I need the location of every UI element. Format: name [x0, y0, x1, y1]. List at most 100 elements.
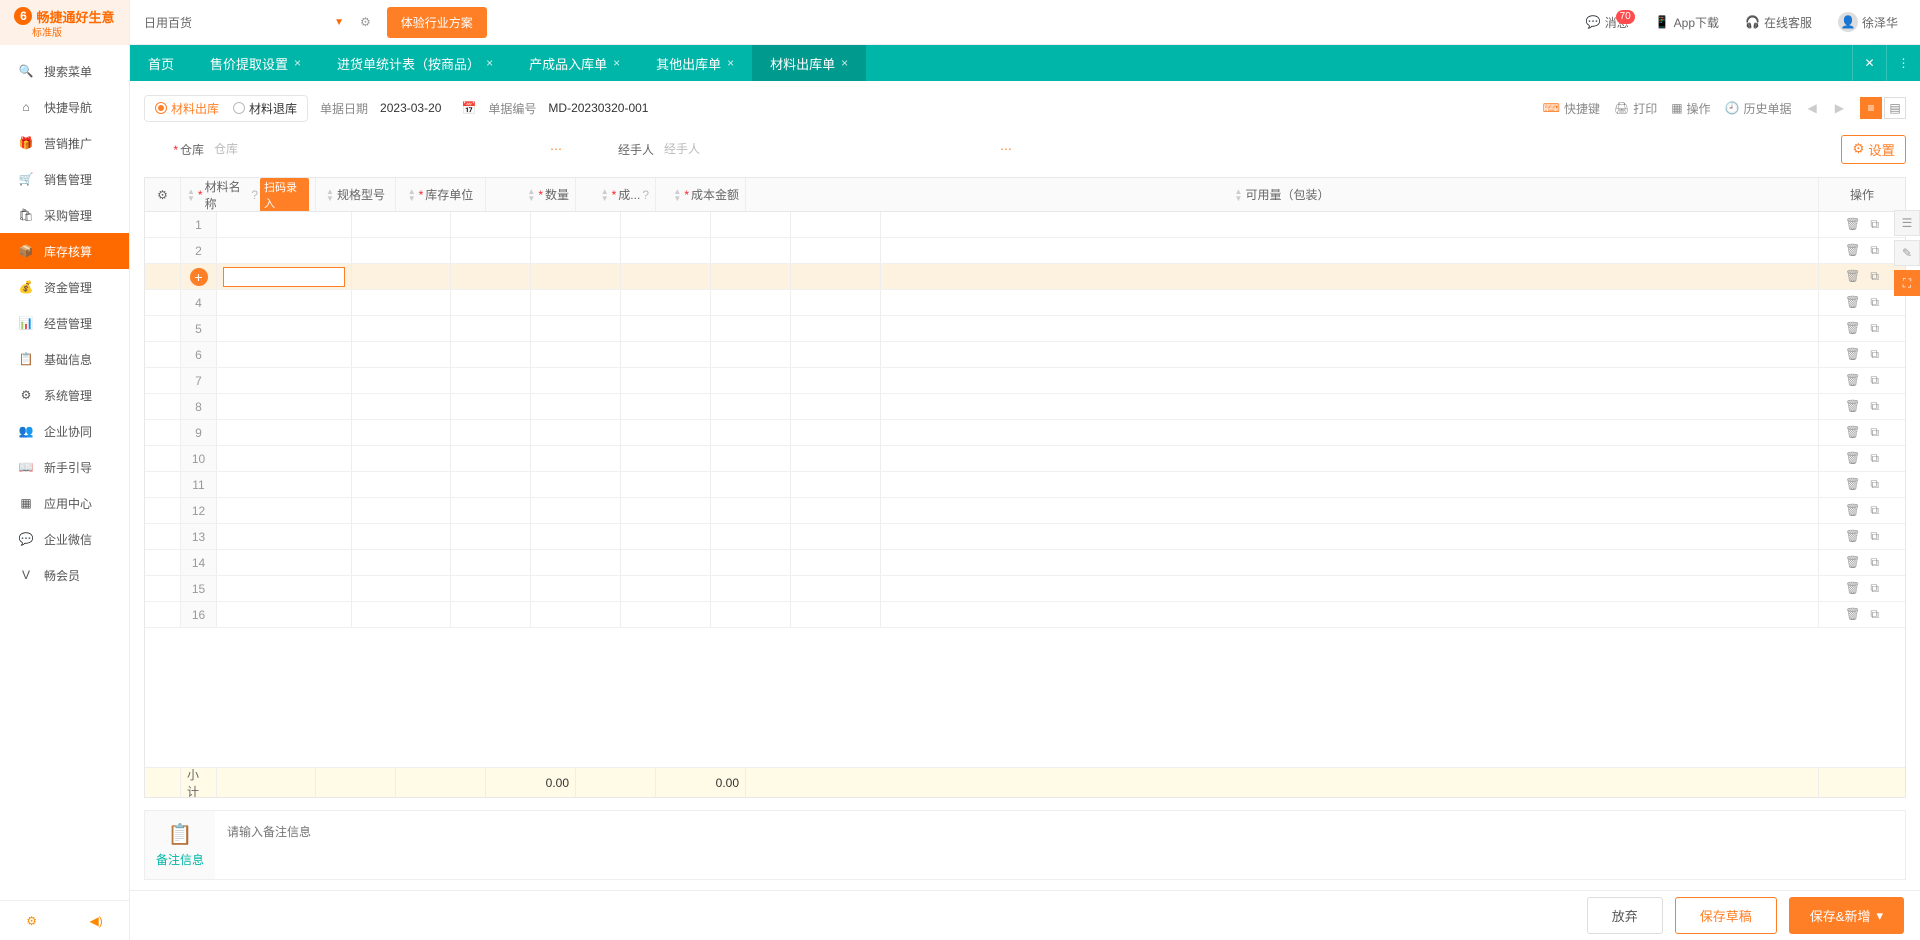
prev-doc-button[interactable]: ◀	[1806, 101, 1819, 115]
delete-row-icon[interactable]: 🗑	[1845, 295, 1860, 310]
help-icon[interactable]: ?	[251, 188, 258, 202]
col-amount[interactable]: ▲▼*成本金额	[656, 178, 746, 211]
table-row[interactable]: 2🗑⧉	[145, 238, 1905, 264]
user-menu[interactable]: 👤 徐泽华	[1830, 12, 1906, 32]
copy-row-icon[interactable]: ⧉	[1870, 477, 1879, 492]
copy-row-icon[interactable]: ⧉	[1870, 399, 1879, 414]
sidebar-item-6[interactable]: 💰资金管理	[0, 269, 129, 305]
copy-row-icon[interactable]: ⧉	[1870, 373, 1879, 388]
help-icon[interactable]: ?	[642, 188, 649, 202]
table-row[interactable]: 11🗑⧉	[145, 472, 1905, 498]
history-button[interactable]: 🕘历史单据	[1725, 100, 1792, 117]
copy-row-icon[interactable]: ⧉	[1870, 503, 1879, 518]
sidebar-item-10[interactable]: 👥企业协同	[0, 413, 129, 449]
close-icon[interactable]: ×	[294, 56, 301, 70]
sidebar-item-4[interactable]: 🛍采购管理	[0, 197, 129, 233]
collapse-icon[interactable]: ◀)	[90, 914, 103, 928]
handler-input[interactable]: 经手人	[664, 136, 990, 162]
sidebar-item-2[interactable]: 🎁营销推广	[0, 125, 129, 161]
col-available[interactable]: ▲▼可用量（包装）	[746, 178, 1819, 211]
delete-row-icon[interactable]: 🗑	[1845, 503, 1860, 518]
tab-menu[interactable]: ⋮	[1886, 45, 1920, 81]
operate-button[interactable]: ▦操作	[1671, 100, 1710, 117]
table-row[interactable]: 5🗑⧉	[145, 316, 1905, 342]
sidebar-item-9[interactable]: ⚙系统管理	[0, 377, 129, 413]
tab-2[interactable]: 进货单统计表（按商品）×	[319, 45, 511, 81]
delete-row-icon[interactable]: 🗑	[1845, 425, 1860, 440]
copy-row-icon[interactable]: ⧉	[1870, 451, 1879, 466]
col-config[interactable]: ⚙	[145, 178, 181, 211]
tab-1[interactable]: 售价提取设置×	[192, 45, 319, 81]
table-row[interactable]: 10🗑⧉	[145, 446, 1905, 472]
col-qty[interactable]: ▲▼*数量	[486, 178, 576, 211]
sidebar-item-14[interactable]: V畅会员	[0, 557, 129, 593]
table-row[interactable]: 1🗑⧉	[145, 212, 1905, 238]
copy-row-icon[interactable]: ⧉	[1870, 217, 1879, 232]
sidebar-item-8[interactable]: 📋基础信息	[0, 341, 129, 377]
delete-row-icon[interactable]: 🗑	[1845, 347, 1860, 362]
calendar-icon[interactable]: 📅	[461, 101, 476, 115]
tab-close-current[interactable]: ✕	[1852, 45, 1886, 81]
shortcut-button[interactable]: ⌨快捷键	[1543, 100, 1600, 117]
table-row[interactable]: +🗑⧉	[145, 264, 1905, 290]
copy-row-icon[interactable]: ⧉	[1870, 321, 1879, 336]
copy-row-icon[interactable]: ⧉	[1870, 295, 1879, 310]
table-row[interactable]: 13🗑⧉	[145, 524, 1905, 550]
delete-row-icon[interactable]: 🗑	[1845, 477, 1860, 492]
delete-row-icon[interactable]: 🗑	[1845, 243, 1860, 258]
col-unit[interactable]: ▲▼*库存单位	[396, 178, 486, 211]
table-row[interactable]: 9🗑⧉	[145, 420, 1905, 446]
add-row-button[interactable]: +	[190, 268, 208, 286]
delete-row-icon[interactable]: 🗑	[1845, 451, 1860, 466]
handler-more-icon[interactable]: ⋯	[1000, 142, 1014, 156]
sidebar-item-3[interactable]: 🛒销售管理	[0, 161, 129, 197]
sidebar-item-13[interactable]: 💬企业微信	[0, 521, 129, 557]
close-icon[interactable]: ×	[613, 56, 620, 70]
radio-material-return[interactable]: 材料退库	[233, 100, 297, 117]
category-selector[interactable]: 日用百货 ▼	[144, 14, 344, 31]
warehouse-input[interactable]: 仓库	[214, 136, 540, 162]
discard-button[interactable]: 放弃	[1587, 897, 1663, 934]
tab-3[interactable]: 产成品入库单×	[511, 45, 638, 81]
remarks-tab[interactable]: 📋 备注信息	[145, 811, 215, 879]
table-row[interactable]: 12🗑⧉	[145, 498, 1905, 524]
table-row[interactable]: 16🗑⧉	[145, 602, 1905, 628]
table-row[interactable]: 4🗑⧉	[145, 290, 1905, 316]
print-button[interactable]: 🖨打印	[1614, 100, 1657, 117]
sidebar-item-11[interactable]: 📖新手引导	[0, 449, 129, 485]
side-tool-2[interactable]: ✎	[1894, 240, 1920, 266]
save-draft-button[interactable]: 保存草稿	[1675, 897, 1777, 934]
column-settings-button[interactable]: ⚙ 设置	[1841, 135, 1906, 164]
sidebar-item-12[interactable]: ▦应用中心	[0, 485, 129, 521]
col-material-name[interactable]: ▲▼*材料名称?扫码录入	[181, 178, 316, 211]
copy-row-icon[interactable]: ⧉	[1870, 607, 1879, 622]
remarks-input[interactable]	[215, 811, 1905, 879]
view-card-button[interactable]: ▤	[1884, 97, 1906, 119]
next-doc-button[interactable]: ▶	[1833, 101, 1846, 115]
table-row[interactable]: 15🗑⧉	[145, 576, 1905, 602]
scan-tag[interactable]: 扫码录入	[260, 178, 309, 211]
copy-row-icon[interactable]: ⧉	[1870, 347, 1879, 362]
delete-row-icon[interactable]: 🗑	[1845, 581, 1860, 596]
delete-row-icon[interactable]: 🗑	[1845, 373, 1860, 388]
table-row[interactable]: 6🗑⧉	[145, 342, 1905, 368]
col-cost[interactable]: ▲▼*成...?	[576, 178, 656, 211]
online-service-button[interactable]: 🎧 在线客服	[1737, 14, 1820, 31]
delete-row-icon[interactable]: 🗑	[1845, 321, 1860, 336]
side-tool-3[interactable]: ⛶	[1894, 270, 1920, 296]
date-value[interactable]: 2023-03-20	[380, 101, 441, 115]
table-row[interactable]: 14🗑⧉	[145, 550, 1905, 576]
close-icon[interactable]: ×	[727, 56, 734, 70]
messages-button[interactable]: 💬 消息 70	[1578, 14, 1637, 31]
delete-row-icon[interactable]: 🗑	[1845, 217, 1860, 232]
copy-row-icon[interactable]: ⧉	[1870, 581, 1879, 596]
trial-plan-button[interactable]: 体验行业方案	[387, 7, 487, 38]
table-row[interactable]: 8🗑⧉	[145, 394, 1905, 420]
category-settings-icon[interactable]: ⚙	[354, 15, 377, 29]
delete-row-icon[interactable]: 🗑	[1845, 269, 1860, 284]
delete-row-icon[interactable]: 🗑	[1845, 555, 1860, 570]
radio-material-out[interactable]: 材料出库	[155, 100, 219, 117]
settings-icon[interactable]: ⚙	[26, 914, 37, 928]
side-tool-1[interactable]: ☰	[1894, 210, 1920, 236]
sidebar-item-7[interactable]: 📊经营管理	[0, 305, 129, 341]
